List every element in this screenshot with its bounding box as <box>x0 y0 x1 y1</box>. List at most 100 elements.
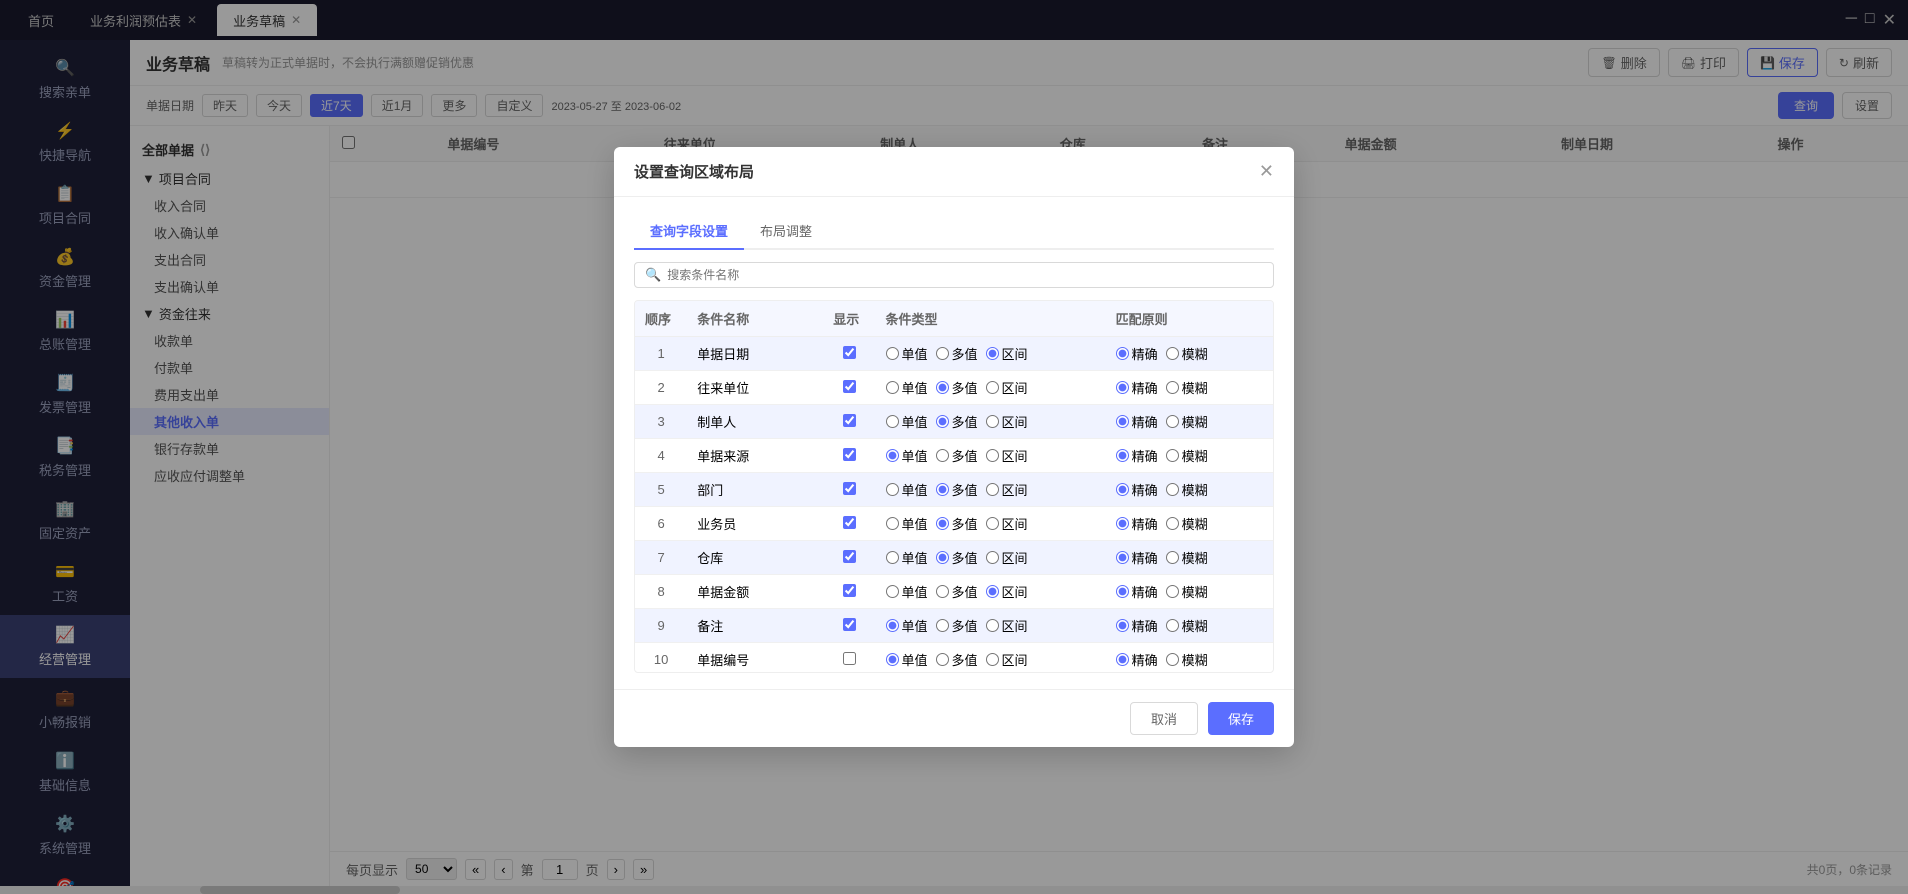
type-radio-label[interactable]: 区间 <box>986 548 1028 567</box>
type-radio-label[interactable]: 多值 <box>936 582 978 601</box>
type-radio-多值[interactable] <box>936 483 949 496</box>
match-radio-精确[interactable] <box>1116 551 1129 564</box>
match-radio-精确[interactable] <box>1116 517 1129 530</box>
type-radio-多值[interactable] <box>936 551 949 564</box>
match-radio-精确[interactable] <box>1116 381 1129 394</box>
match-radio-label[interactable]: 精确 <box>1116 412 1158 431</box>
match-radio-模糊[interactable] <box>1166 517 1179 530</box>
type-radio-label[interactable]: 多值 <box>936 650 978 669</box>
match-radio-精确[interactable] <box>1116 653 1129 666</box>
show-checkbox[interactable] <box>843 584 856 597</box>
show-checkbox[interactable] <box>843 414 856 427</box>
type-radio-label[interactable]: 多值 <box>936 344 978 363</box>
type-radio-多值[interactable] <box>936 517 949 530</box>
type-radio-单值[interactable] <box>886 415 899 428</box>
type-radio-多值[interactable] <box>936 415 949 428</box>
type-radio-label[interactable]: 区间 <box>986 344 1028 363</box>
match-radio-label[interactable]: 精确 <box>1116 378 1158 397</box>
show-checkbox[interactable] <box>843 550 856 563</box>
show-checkbox[interactable] <box>843 516 856 529</box>
match-radio-label[interactable]: 模糊 <box>1166 378 1208 397</box>
type-radio-多值[interactable] <box>936 381 949 394</box>
type-radio-区间[interactable] <box>986 517 999 530</box>
type-radio-label[interactable]: 单值 <box>886 446 928 465</box>
type-radio-label[interactable]: 区间 <box>986 480 1028 499</box>
type-radio-单值[interactable] <box>886 449 899 462</box>
match-radio-精确[interactable] <box>1116 415 1129 428</box>
type-radio-单值[interactable] <box>886 347 899 360</box>
type-radio-多值[interactable] <box>936 449 949 462</box>
match-radio-label[interactable]: 模糊 <box>1166 650 1208 669</box>
match-radio-label[interactable]: 精确 <box>1116 344 1158 363</box>
match-radio-精确[interactable] <box>1116 449 1129 462</box>
match-radio-模糊[interactable] <box>1166 619 1179 632</box>
show-checkbox[interactable] <box>843 618 856 631</box>
type-radio-label[interactable]: 多值 <box>936 480 978 499</box>
cancel-button[interactable]: 取消 <box>1130 702 1198 735</box>
type-radio-单值[interactable] <box>886 585 899 598</box>
type-radio-label[interactable]: 区间 <box>986 446 1028 465</box>
type-radio-区间[interactable] <box>986 619 999 632</box>
type-radio-label[interactable]: 多值 <box>936 616 978 635</box>
show-checkbox[interactable] <box>843 448 856 461</box>
type-radio-label[interactable]: 单值 <box>886 480 928 499</box>
type-radio-label[interactable]: 单值 <box>886 514 928 533</box>
match-radio-模糊[interactable] <box>1166 347 1179 360</box>
save-dialog-button[interactable]: 保存 <box>1208 702 1274 735</box>
type-radio-label[interactable]: 单值 <box>886 582 928 601</box>
type-radio-label[interactable]: 区间 <box>986 514 1028 533</box>
type-radio-label[interactable]: 多值 <box>936 412 978 431</box>
match-radio-模糊[interactable] <box>1166 483 1179 496</box>
tab-query-fields[interactable]: 查询字段设置 <box>634 213 744 250</box>
type-radio-区间[interactable] <box>986 415 999 428</box>
type-radio-多值[interactable] <box>936 585 949 598</box>
search-conditions-input[interactable] <box>667 268 1263 282</box>
type-radio-label[interactable]: 区间 <box>986 412 1028 431</box>
type-radio-区间[interactable] <box>986 381 999 394</box>
type-radio-label[interactable]: 单值 <box>886 548 928 567</box>
match-radio-模糊[interactable] <box>1166 415 1179 428</box>
match-radio-label[interactable]: 模糊 <box>1166 446 1208 465</box>
match-radio-模糊[interactable] <box>1166 551 1179 564</box>
type-radio-label[interactable]: 区间 <box>986 378 1028 397</box>
type-radio-label[interactable]: 多值 <box>936 548 978 567</box>
match-radio-label[interactable]: 模糊 <box>1166 480 1208 499</box>
type-radio-label[interactable]: 单值 <box>886 650 928 669</box>
type-radio-单值[interactable] <box>886 381 899 394</box>
match-radio-label[interactable]: 精确 <box>1116 480 1158 499</box>
match-radio-label[interactable]: 精确 <box>1116 582 1158 601</box>
type-radio-label[interactable]: 单值 <box>886 412 928 431</box>
match-radio-label[interactable]: 模糊 <box>1166 582 1208 601</box>
match-radio-label[interactable]: 精确 <box>1116 446 1158 465</box>
match-radio-模糊[interactable] <box>1166 653 1179 666</box>
type-radio-label[interactable]: 单值 <box>886 616 928 635</box>
type-radio-区间[interactable] <box>986 347 999 360</box>
type-radio-多值[interactable] <box>936 653 949 666</box>
match-radio-label[interactable]: 模糊 <box>1166 412 1208 431</box>
type-radio-label[interactable]: 多值 <box>936 378 978 397</box>
tab-layout-adjust[interactable]: 布局调整 <box>744 213 828 250</box>
match-radio-label[interactable]: 精确 <box>1116 548 1158 567</box>
type-radio-label[interactable]: 单值 <box>886 344 928 363</box>
type-radio-区间[interactable] <box>986 483 999 496</box>
match-radio-模糊[interactable] <box>1166 381 1179 394</box>
match-radio-label[interactable]: 精确 <box>1116 514 1158 533</box>
dialog-close-button[interactable]: ✕ <box>1259 161 1274 182</box>
type-radio-单值[interactable] <box>886 517 899 530</box>
show-checkbox[interactable] <box>843 346 856 359</box>
type-radio-单值[interactable] <box>886 551 899 564</box>
type-radio-label[interactable]: 区间 <box>986 616 1028 635</box>
match-radio-label[interactable]: 模糊 <box>1166 548 1208 567</box>
type-radio-区间[interactable] <box>986 585 999 598</box>
show-checkbox[interactable] <box>843 652 856 665</box>
show-checkbox[interactable] <box>843 482 856 495</box>
type-radio-label[interactable]: 多值 <box>936 446 978 465</box>
match-radio-label[interactable]: 精确 <box>1116 650 1158 669</box>
type-radio-单值[interactable] <box>886 653 899 666</box>
match-radio-精确[interactable] <box>1116 483 1129 496</box>
type-radio-区间[interactable] <box>986 653 999 666</box>
type-radio-label[interactable]: 多值 <box>936 514 978 533</box>
type-radio-区间[interactable] <box>986 551 999 564</box>
match-radio-模糊[interactable] <box>1166 449 1179 462</box>
type-radio-label[interactable]: 单值 <box>886 378 928 397</box>
